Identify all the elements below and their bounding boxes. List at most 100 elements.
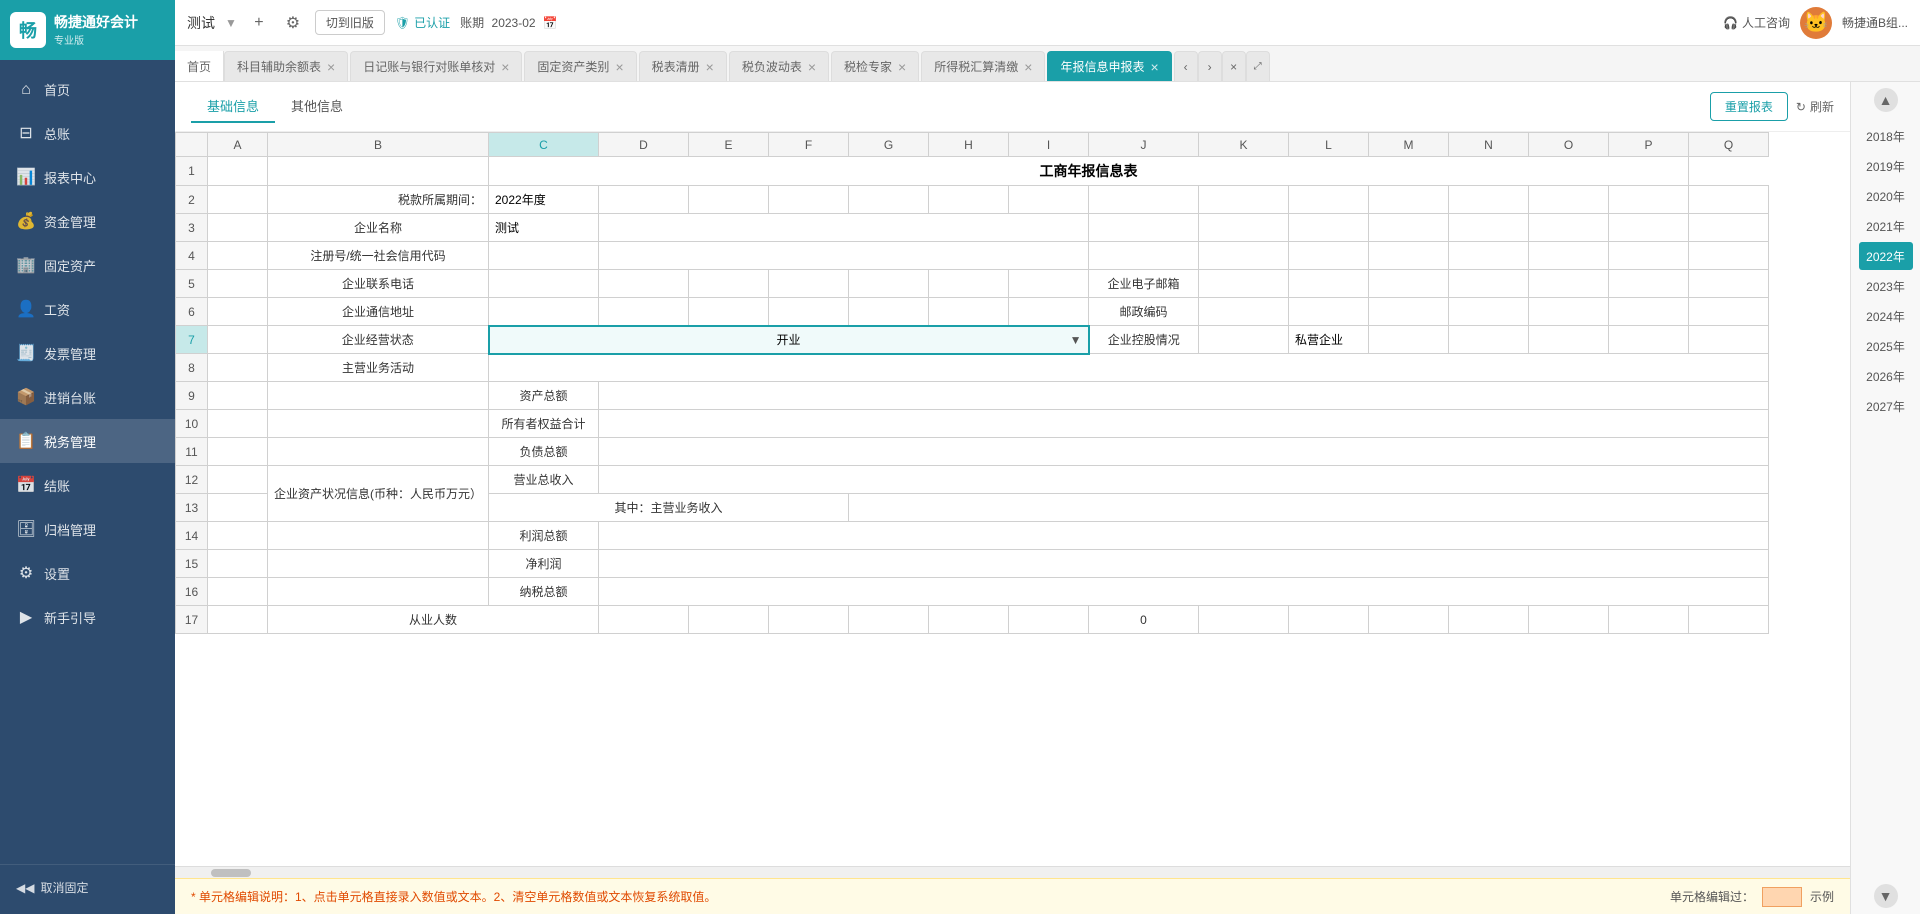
cell-4k[interactable] bbox=[1199, 242, 1289, 270]
cell-7l[interactable]: 私营企业 bbox=[1289, 326, 1369, 354]
cell-17k[interactable] bbox=[1199, 606, 1289, 634]
cell-17b[interactable]: 从业人数 bbox=[268, 606, 599, 634]
tab-taxreturn[interactable]: 税表清册 × bbox=[639, 51, 727, 81]
col-header-e[interactable]: E bbox=[689, 133, 769, 157]
refresh-button[interactable]: ↻ 刷新 bbox=[1796, 98, 1834, 115]
cell-3b[interactable]: 企业名称 bbox=[268, 214, 489, 242]
sidebar-pin-button[interactable]: ◀◀ 取消固定 bbox=[16, 873, 159, 902]
cell-2m[interactable] bbox=[1369, 186, 1449, 214]
sidebar-item-reports[interactable]: 📊 报表中心 bbox=[0, 155, 175, 199]
year-item-2022[interactable]: 2022年 bbox=[1859, 242, 1913, 270]
year-item-2018[interactable]: 2018年 bbox=[1859, 122, 1913, 150]
cell-6c[interactable] bbox=[489, 298, 599, 326]
cell-15a[interactable] bbox=[208, 550, 268, 578]
cell-1c-title[interactable]: 工商年报信息表 bbox=[489, 157, 1689, 186]
cell-9b[interactable] bbox=[268, 382, 489, 410]
tab-auxiliary[interactable]: 科目辅助余额表 × bbox=[224, 51, 348, 81]
cell-12c[interactable]: 营业总收入 bbox=[489, 466, 599, 494]
sidebar-item-close[interactable]: 📅 结账 bbox=[0, 463, 175, 507]
dropdown-icon[interactable]: ▼ bbox=[225, 16, 237, 30]
cell-6f[interactable] bbox=[769, 298, 849, 326]
col-header-d[interactable]: D bbox=[599, 133, 689, 157]
col-header-p[interactable]: P bbox=[1609, 133, 1689, 157]
col-header-o[interactable]: O bbox=[1529, 133, 1609, 157]
cell-7c-dropdown[interactable]: 开业 ▼ bbox=[489, 326, 1089, 354]
cell-17a[interactable] bbox=[208, 606, 268, 634]
tab-next-button[interactable]: › bbox=[1198, 51, 1222, 81]
col-header-a[interactable]: A bbox=[208, 133, 268, 157]
cell-6o[interactable] bbox=[1529, 298, 1609, 326]
cell-4n[interactable] bbox=[1449, 242, 1529, 270]
cell-3d[interactable] bbox=[599, 214, 1089, 242]
row-header-3[interactable]: 3 bbox=[176, 214, 208, 242]
col-header-f[interactable]: F bbox=[769, 133, 849, 157]
cell-5b[interactable]: 企业联系电话 bbox=[268, 270, 489, 298]
tab-taxwave[interactable]: 税负波动表 × bbox=[729, 51, 829, 81]
cell-3m[interactable] bbox=[1369, 214, 1449, 242]
cell-17e[interactable] bbox=[689, 606, 769, 634]
cell-5n[interactable] bbox=[1449, 270, 1529, 298]
cell-16c[interactable]: 纳税总额 bbox=[489, 578, 599, 606]
cell-7j[interactable]: 企业控股情况 bbox=[1089, 326, 1199, 354]
cell-5a[interactable] bbox=[208, 270, 268, 298]
cell-3n[interactable] bbox=[1449, 214, 1529, 242]
row-header-4[interactable]: 4 bbox=[176, 242, 208, 270]
tab-close-all-button[interactable]: × bbox=[1222, 51, 1246, 81]
col-header-q[interactable]: Q bbox=[1689, 133, 1769, 157]
row-header-15[interactable]: 15 bbox=[176, 550, 208, 578]
cell-5i[interactable] bbox=[1009, 270, 1089, 298]
cell-4q[interactable] bbox=[1689, 242, 1769, 270]
cell-12d[interactable] bbox=[599, 466, 1769, 494]
cell-6m[interactable] bbox=[1369, 298, 1449, 326]
cell-4o[interactable] bbox=[1529, 242, 1609, 270]
horizontal-scrollbar[interactable] bbox=[175, 866, 1850, 878]
cell-2q[interactable] bbox=[1689, 186, 1769, 214]
row-header-13[interactable]: 13 bbox=[176, 494, 208, 522]
cell-5q[interactable] bbox=[1689, 270, 1769, 298]
tab-close-icon[interactable]: × bbox=[706, 60, 714, 74]
row-header-9[interactable]: 9 bbox=[176, 382, 208, 410]
cell-15b[interactable] bbox=[268, 550, 489, 578]
cell-7a[interactable] bbox=[208, 326, 268, 354]
row-header-10[interactable]: 10 bbox=[176, 410, 208, 438]
row-header-7[interactable]: 7 bbox=[176, 326, 208, 354]
cell-6j[interactable]: 邮政编码 bbox=[1089, 298, 1199, 326]
cell-17f[interactable] bbox=[769, 606, 849, 634]
sidebar-item-inventory[interactable]: 📦 进销台账 bbox=[0, 375, 175, 419]
cell-17j[interactable]: 0 bbox=[1089, 606, 1199, 634]
scrollbar-thumb[interactable] bbox=[211, 869, 251, 877]
cell-2i[interactable] bbox=[1009, 186, 1089, 214]
cell-17p[interactable] bbox=[1609, 606, 1689, 634]
row-header-2[interactable]: 2 bbox=[176, 186, 208, 214]
cell-4l[interactable] bbox=[1289, 242, 1369, 270]
switch-version-button[interactable]: 切到旧版 bbox=[315, 10, 385, 35]
cell-17m[interactable] bbox=[1369, 606, 1449, 634]
tab-incometax[interactable]: 所得税汇算清缴 × bbox=[921, 51, 1045, 81]
add-tab-button[interactable]: + bbox=[247, 11, 271, 35]
sidebar-item-tax[interactable]: 📋 税务管理 bbox=[0, 419, 175, 463]
year-item-2025[interactable]: 2025年 bbox=[1859, 332, 1913, 360]
cell-17d[interactable] bbox=[599, 606, 689, 634]
cell-14a[interactable] bbox=[208, 522, 268, 550]
cell-2c[interactable]: 2022年度 bbox=[489, 186, 599, 214]
year-item-2019[interactable]: 2019年 bbox=[1859, 152, 1913, 180]
cell-14c[interactable]: 利润总额 bbox=[489, 522, 599, 550]
cell-3c[interactable]: 测试 bbox=[489, 214, 599, 242]
cell-7n[interactable] bbox=[1449, 326, 1529, 354]
row-header-16[interactable]: 16 bbox=[176, 578, 208, 606]
cell-17l[interactable] bbox=[1289, 606, 1369, 634]
cell-6l[interactable] bbox=[1289, 298, 1369, 326]
year-item-2023[interactable]: 2023年 bbox=[1859, 272, 1913, 300]
cell-6h[interactable] bbox=[929, 298, 1009, 326]
cell-13c[interactable]: 其中：主营业务收入 bbox=[489, 494, 849, 522]
cell-8c[interactable] bbox=[489, 354, 1769, 382]
cell-6p[interactable] bbox=[1609, 298, 1689, 326]
cell-2j[interactable] bbox=[1089, 186, 1199, 214]
year-scroll-down-button[interactable]: ▼ bbox=[1874, 884, 1898, 908]
cell-7k[interactable] bbox=[1199, 326, 1289, 354]
user-avatar[interactable]: 🐱 bbox=[1800, 7, 1832, 39]
cell-17q[interactable] bbox=[1689, 606, 1769, 634]
cell-4d[interactable] bbox=[599, 242, 1089, 270]
cell-9d[interactable] bbox=[599, 382, 1769, 410]
cell-3l[interactable] bbox=[1289, 214, 1369, 242]
